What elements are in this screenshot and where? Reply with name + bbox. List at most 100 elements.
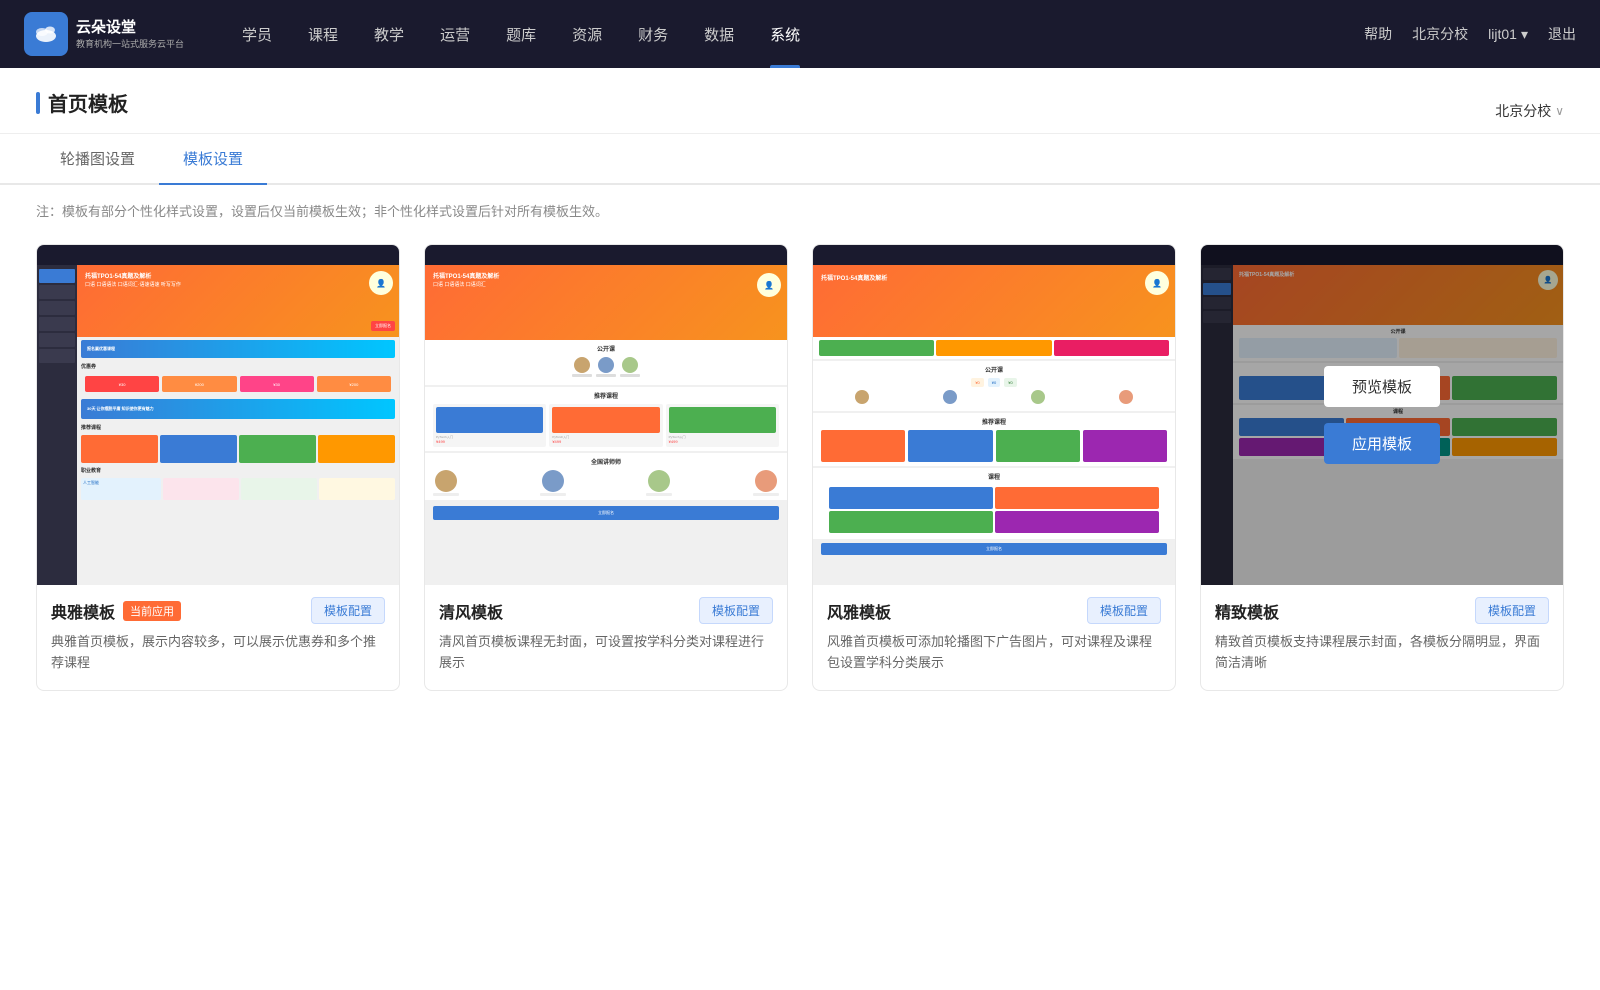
template-preview-4[interactable]: 托福TPO1-54真题及解析 👤 公开课 (1201, 245, 1563, 585)
logo-main-text: 云朵设堂 (76, 19, 184, 37)
nav-item-system[interactable]: 系统 (752, 0, 818, 68)
template-name-text-3: 风雅模板 (827, 599, 891, 623)
mini-screen-1: 托福TPO1-54真题及解析口语 口语语法 口语词汇·语速语速 听写写作 👤 立… (37, 245, 399, 585)
ms-teacher-name-3 (620, 374, 640, 377)
template-grid: 托福TPO1-54真题及解析口语 口语语法 口语词汇·语速语速 听写写作 👤 立… (0, 236, 1600, 731)
ms-rec-3: 推荐课程 (813, 413, 1175, 466)
ms-recommend-title: 推荐课程 (77, 422, 399, 433)
ms-teacher-name-2 (596, 374, 616, 377)
tabs: 轮播图设置 模板设置 (0, 134, 1600, 185)
ms-stat-2: ¥0 (988, 378, 1000, 387)
nav-menu: 学员 课程 教学 运营 题库 资源 财务 数据 系统 (224, 0, 1364, 68)
ms-coupon-3: ¥30 (240, 376, 314, 392)
nav-item-questions[interactable]: 题库 (488, 0, 554, 68)
user-menu[interactable]: lijt01 ▾ (1488, 26, 1528, 43)
nav-item-students[interactable]: 学员 (224, 0, 290, 68)
ms-course-title-3: 课程 (821, 472, 1167, 481)
ms-hero: 托福TPO1-54真题及解析口语 口语语法 口语词汇·语速语速 听写写作 👤 立… (77, 265, 399, 337)
ms-teachers-3 (821, 390, 1167, 404)
config-btn-3[interactable]: 模板配置 (1087, 597, 1161, 624)
chevron-down-icon: ∨ (1555, 104, 1564, 118)
template-preview-3[interactable]: 托福TPO1-54真题及解析 👤 公开课 ¥0 (813, 245, 1175, 585)
logout-link[interactable]: 退出 (1548, 24, 1576, 44)
ms-teacher-name-1 (572, 374, 592, 377)
ms-coupon-title: 优惠券 (77, 361, 399, 372)
template-desc-3: 风雅首页模板可添加轮播图下广告图片，可对课程及课程包设置学科分类展示 (827, 632, 1161, 674)
ms-voc-4 (319, 478, 395, 500)
ms-rec-cards-2: PyTorch入门 ¥499 PyTorch入门 ¥499 PyTorch入门 (433, 404, 779, 447)
config-btn-2[interactable]: 模板配置 (699, 597, 773, 624)
ms-rec-c3: PyTorch入门 ¥499 (666, 404, 779, 447)
ms-teacher-2 (596, 357, 616, 377)
template-info-1: 典雅模板 当前应用 模板配置 典雅首页模板，展示内容较多，可以展示优惠券和多个推… (37, 585, 399, 690)
ms-teacher-3 (620, 357, 640, 377)
ms-course-grid-3 (821, 485, 1167, 535)
current-badge-1: 当前应用 (123, 601, 181, 621)
ms-main: 托福TPO1-54真题及解析口语 口语语法 口语词汇·语速语速 听写写作 👤 立… (77, 265, 399, 585)
ms-rec-3 (239, 435, 316, 463)
ms-stat-3: ¥0 (1004, 378, 1016, 387)
nav-item-data[interactable]: 数据 (686, 0, 752, 68)
username: lijt01 (1488, 26, 1517, 42)
ms-national-section: 全国讲师师 (425, 453, 787, 500)
config-btn-4[interactable]: 模板配置 (1475, 597, 1549, 624)
template-preview-1[interactable]: 托福TPO1-54真题及解析口语 口语语法 口语词汇·语速语速 听写写作 👤 立… (37, 245, 399, 585)
config-btn-1[interactable]: 模板配置 (311, 597, 385, 624)
ms-nat-avatar-3 (648, 470, 670, 492)
ms-rc-3-3 (996, 430, 1080, 462)
ms-voc-2 (163, 478, 239, 500)
template-name-left-2: 清风模板 (439, 599, 503, 623)
nav-item-finance[interactable]: 财务 (620, 0, 686, 68)
nav-item-operations[interactable]: 运营 (422, 0, 488, 68)
preview-template-btn[interactable]: 预览模板 (1324, 366, 1440, 407)
nav-item-resources[interactable]: 资源 (554, 0, 620, 68)
help-link[interactable]: 帮助 (1364, 24, 1392, 44)
template-name-text-4: 精致模板 (1215, 599, 1279, 623)
ms-course-3: 课程 (813, 468, 1175, 539)
logo-sub-text: 教育机构一站式服务云平台 (76, 37, 184, 50)
mini-screen-2: 托福TPO1-54真题及解析口语 口语语法 口语词汇 👤 公开课 (425, 245, 787, 585)
ms-rec-4 (318, 435, 395, 463)
ms-ad-1 (819, 340, 934, 356)
ms-rc-3-1 (821, 430, 905, 462)
ms-cg-1 (829, 487, 993, 509)
tab-template[interactable]: 模板设置 (159, 134, 267, 185)
ms-hero-3: 托福TPO1-54真题及解析 👤 (813, 265, 1175, 337)
ms-apply-btn-3: 立即报名 (821, 543, 1167, 555)
ms-coupon-4: ¥200 (317, 376, 391, 392)
template-name-text-1: 典雅模板 (51, 599, 115, 623)
ms-nat-name-1 (433, 493, 459, 496)
ms-apply-area: 立即报名 (425, 500, 787, 526)
ms-cg-3 (829, 511, 993, 533)
ms-apply-btn: 立即报名 (433, 506, 779, 520)
ms-t3-av4 (1119, 390, 1133, 404)
ms-sidebar-item (39, 349, 75, 363)
ms-teachers (433, 357, 779, 377)
apply-template-btn[interactable]: 应用模板 (1324, 423, 1440, 464)
ms-teacher-avatar-2 (598, 357, 614, 373)
logo-icon (24, 12, 68, 56)
tab-carousel[interactable]: 轮播图设置 (36, 134, 159, 185)
template-desc-1: 典雅首页模板，展示内容较多，可以展示优惠券和多个推荐课程 (51, 632, 385, 674)
template-preview-2[interactable]: 托福TPO1-54真题及解析口语 口语语法 口语词汇 👤 公开课 (425, 245, 787, 585)
branch-selector[interactable]: 北京分校 ∨ (1495, 101, 1564, 121)
ms-voc-title: 职业教育 (77, 465, 399, 476)
ms-rec-img-2 (552, 407, 659, 433)
nav-item-courses[interactable]: 课程 (290, 0, 356, 68)
ms-nat-name-2 (540, 493, 566, 496)
nav-item-teaching[interactable]: 教学 (356, 0, 422, 68)
branch-link[interactable]: 北京分校 (1412, 24, 1468, 44)
ms-nat-avatar-1 (435, 470, 457, 492)
ms-hero-avatar-2: 👤 (757, 273, 781, 297)
template-desc-2: 清风首页模板课程无封面，可设置按学科分类对课程进行展示 (439, 632, 773, 674)
ms-nat-name-4 (753, 493, 779, 496)
ms-nat-1 (433, 470, 459, 496)
ms-days-banner: 30天 让你摆脱平庸 知识使你更有魅力 (81, 399, 395, 419)
ms-sidebar-item (39, 317, 75, 331)
ms-hero-text: 托福TPO1-54真题及解析口语 口语语法 口语词汇·语速语速 听写写作 (85, 273, 391, 290)
ms-nat-3 (646, 470, 672, 496)
ms-promo-banner: 报名赢优惠课程 (81, 340, 395, 358)
ms-coupon-2: ¥200 (162, 376, 236, 392)
ms-coupons: ¥30 ¥200 ¥30 ¥200 (77, 372, 399, 396)
ms-rec-title-2: 推荐课程 (433, 391, 779, 400)
